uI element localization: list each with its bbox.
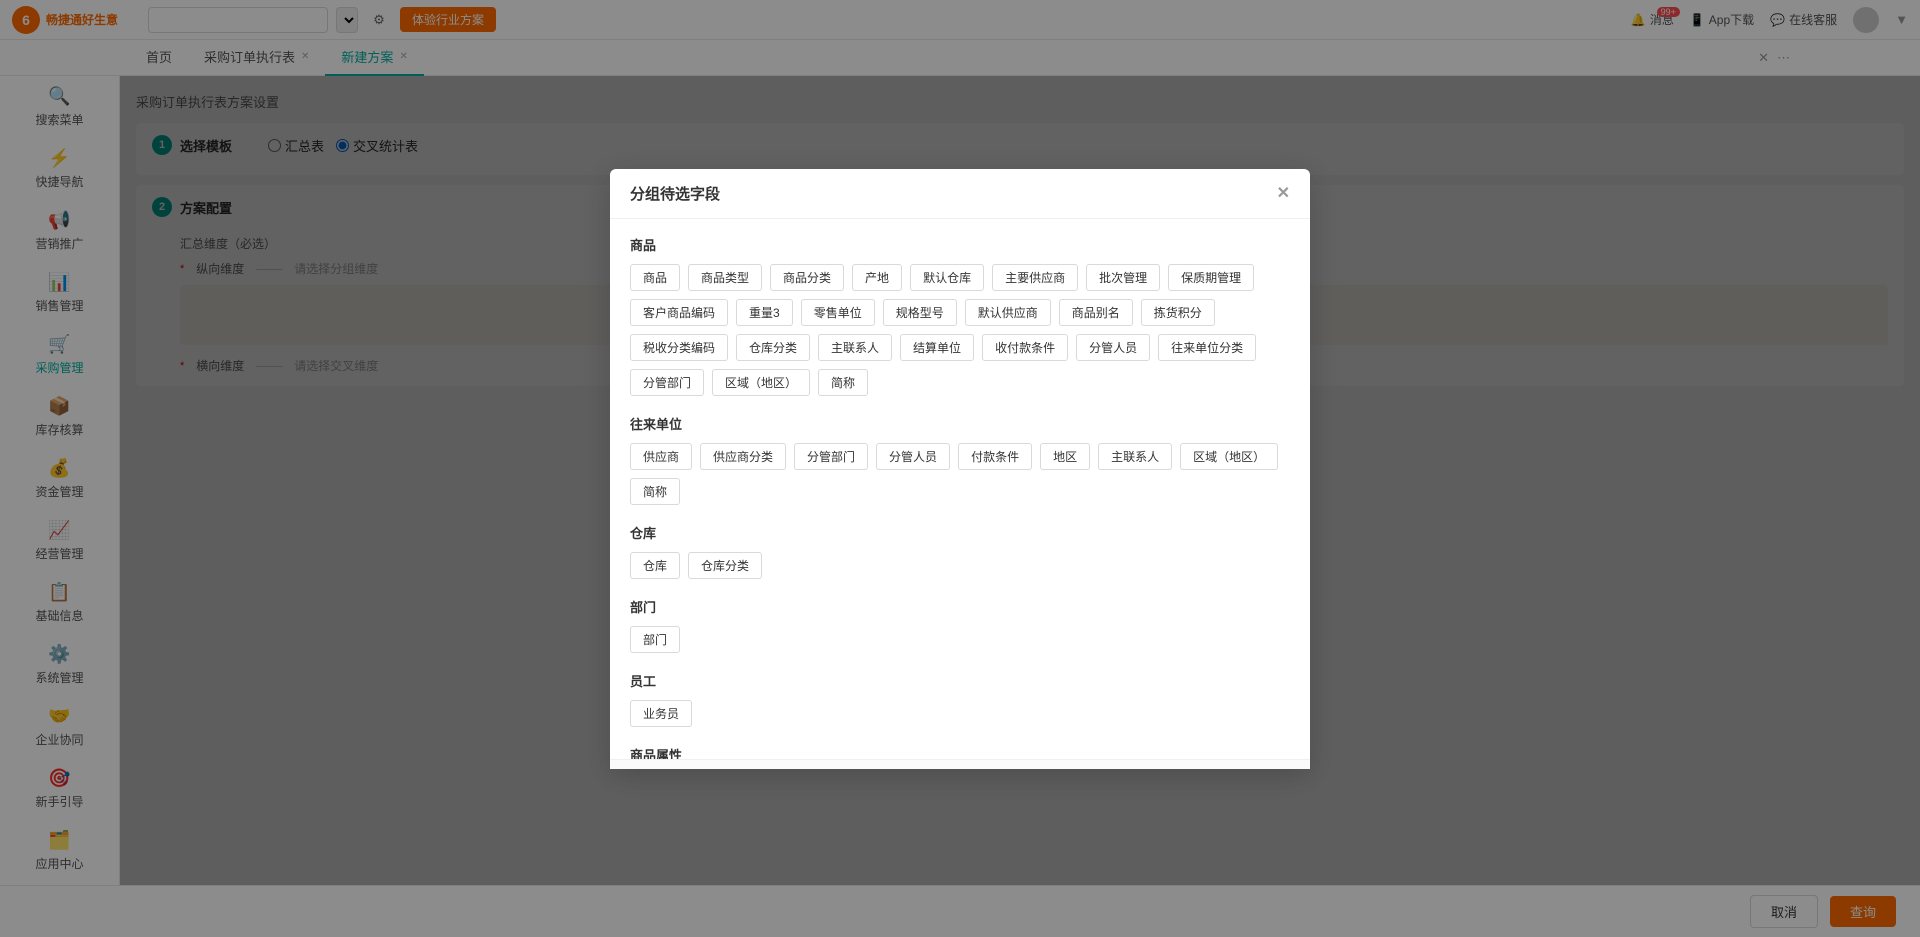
- section-employee: 员工 业务员: [630, 671, 1290, 727]
- modal-body: 商品 商品 商品类型 商品分类 产地 默认仓库 主要供应商 批次管理 保质期管理…: [610, 219, 1310, 759]
- field-tag[interactable]: 批次管理: [1086, 264, 1160, 291]
- section-product-attr-title: 商品属性: [630, 745, 1290, 759]
- section-warehouse-title: 仓库: [630, 523, 1290, 542]
- section-department-tags: 部门: [630, 626, 1290, 653]
- field-tag[interactable]: 拣货积分: [1141, 299, 1215, 326]
- section-warehouse: 仓库 仓库 仓库分类: [630, 523, 1290, 579]
- field-tag[interactable]: 规格型号: [883, 299, 957, 326]
- field-tag[interactable]: 默认供应商: [965, 299, 1051, 326]
- field-tag[interactable]: 商品: [630, 264, 680, 291]
- section-employee-tags: 业务员: [630, 700, 1290, 727]
- field-tag[interactable]: 税收分类编码: [630, 334, 728, 361]
- field-tag[interactable]: 产地: [852, 264, 902, 291]
- section-partner-title: 往来单位: [630, 414, 1290, 433]
- field-tag[interactable]: 重量3: [736, 299, 793, 326]
- field-tag[interactable]: 简称: [818, 369, 868, 396]
- field-tag[interactable]: 供应商: [630, 443, 692, 470]
- field-tag[interactable]: 地区: [1040, 443, 1090, 470]
- field-tag[interactable]: 分管部门: [794, 443, 868, 470]
- field-tag[interactable]: 默认仓库: [910, 264, 984, 291]
- section-department-title: 部门: [630, 597, 1290, 616]
- field-tag[interactable]: 业务员: [630, 700, 692, 727]
- field-tag[interactable]: 保质期管理: [1168, 264, 1254, 291]
- field-tag[interactable]: 分管部门: [630, 369, 704, 396]
- field-tag[interactable]: 主联系人: [818, 334, 892, 361]
- modal-header: 分组待选字段 ✕: [610, 169, 1310, 219]
- field-tag[interactable]: 商品别名: [1059, 299, 1133, 326]
- field-tag[interactable]: 收付款条件: [982, 334, 1068, 361]
- section-product-attr: 商品属性 属性 颜色 多规格 尺码 鞋码 1: [630, 745, 1290, 759]
- modal-overlay: 分组待选字段 ✕ 商品 商品 商品类型 商品分类 产地 默认仓库 主要供应商 批…: [0, 0, 1920, 937]
- field-tag[interactable]: 往来单位分类: [1158, 334, 1256, 361]
- field-tag[interactable]: 分管人员: [1076, 334, 1150, 361]
- section-partner-tags: 供应商 供应商分类 分管部门 分管人员 付款条件 地区 主联系人 区域（地区） …: [630, 443, 1290, 505]
- field-tag[interactable]: 付款条件: [958, 443, 1032, 470]
- field-tag[interactable]: 商品类型: [688, 264, 762, 291]
- field-tag[interactable]: 区域（地区）: [712, 369, 810, 396]
- section-department: 部门 部门: [630, 597, 1290, 653]
- field-tag[interactable]: 简称: [630, 478, 680, 505]
- field-tag[interactable]: 主联系人: [1098, 443, 1172, 470]
- field-tag[interactable]: 客户商品编码: [630, 299, 728, 326]
- section-employee-title: 员工: [630, 671, 1290, 690]
- section-product-title: 商品: [630, 235, 1290, 254]
- modal-close-button[interactable]: ✕: [1277, 183, 1290, 203]
- field-tag[interactable]: 结算单位: [900, 334, 974, 361]
- field-tag[interactable]: 主要供应商: [992, 264, 1078, 291]
- modal-horizontal-scrollbar[interactable]: [610, 759, 1310, 769]
- field-select-modal: 分组待选字段 ✕ 商品 商品 商品类型 商品分类 产地 默认仓库 主要供应商 批…: [610, 169, 1310, 769]
- field-tag[interactable]: 零售单位: [801, 299, 875, 326]
- section-product-tags: 商品 商品类型 商品分类 产地 默认仓库 主要供应商 批次管理 保质期管理 客户…: [630, 264, 1290, 396]
- field-tag[interactable]: 部门: [630, 626, 680, 653]
- section-warehouse-tags: 仓库 仓库分类: [630, 552, 1290, 579]
- field-tag[interactable]: 仓库: [630, 552, 680, 579]
- field-tag[interactable]: 区域（地区）: [1180, 443, 1278, 470]
- modal-title: 分组待选字段: [630, 183, 720, 204]
- field-tag[interactable]: 仓库分类: [736, 334, 810, 361]
- field-tag[interactable]: 分管人员: [876, 443, 950, 470]
- field-tag[interactable]: 仓库分类: [688, 552, 762, 579]
- section-product: 商品 商品 商品类型 商品分类 产地 默认仓库 主要供应商 批次管理 保质期管理…: [630, 235, 1290, 396]
- field-tag[interactable]: 供应商分类: [700, 443, 786, 470]
- field-tag[interactable]: 商品分类: [770, 264, 844, 291]
- section-partner: 往来单位 供应商 供应商分类 分管部门 分管人员 付款条件 地区 主联系人 区域…: [630, 414, 1290, 505]
